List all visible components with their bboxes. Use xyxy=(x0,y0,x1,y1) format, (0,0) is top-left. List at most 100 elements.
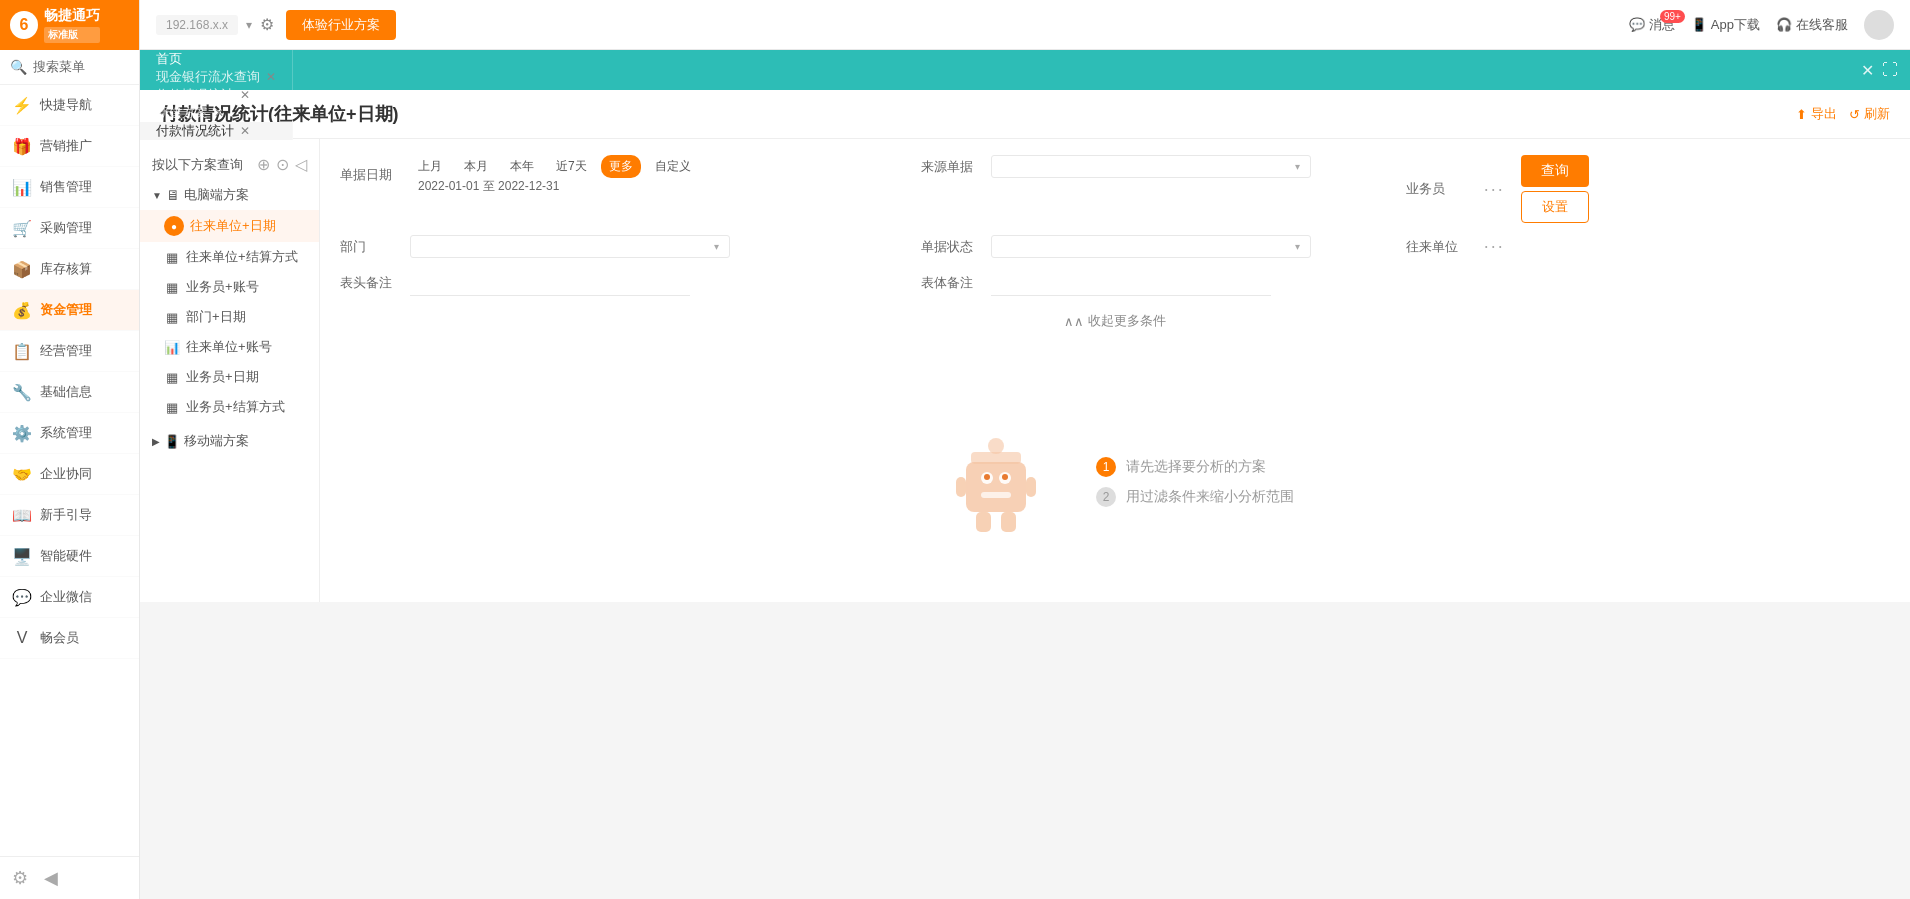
scheme-collapse-icon[interactable]: ◁ xyxy=(295,155,307,174)
empty-hint: 1 请先选择要分析的方案 2 用过滤条件来缩小分析范围 xyxy=(1096,457,1294,507)
sidebar-item-marketing[interactable]: 🎁营销推广 xyxy=(0,126,139,167)
main-content: 192.168.x.x ▾ ⚙ 体验行业方案 💬 消息 99+ 📱 App下载 … xyxy=(140,0,1910,899)
gear-icon[interactable]: ⚙ xyxy=(260,15,274,34)
sidebar-item-hardware[interactable]: 🖥️智能硬件 xyxy=(0,536,139,577)
hint-text-2: 用过滤条件来缩小分析范围 xyxy=(1126,488,1294,506)
date-more[interactable]: 更多 xyxy=(601,155,641,178)
collapse-button[interactable]: ∧∧ 收起更多条件 xyxy=(340,304,1890,338)
sidebar-item-sales[interactable]: 📊销售管理 xyxy=(0,167,139,208)
search-icon: 🔍 xyxy=(10,59,27,75)
page-header-actions: ⬆ 导出 ↺ 刷新 xyxy=(1796,105,1890,123)
voucher-status-filter-cell: 单据状态 ▾ xyxy=(921,235,1405,258)
topbar-left: 192.168.x.x ▾ ⚙ 体验行业方案 xyxy=(156,10,1629,40)
date-last-month[interactable]: 上月 xyxy=(410,155,450,178)
expand-window-button[interactable]: ⛶ xyxy=(1882,61,1898,79)
tab-close-payment-stats[interactable]: ✕ xyxy=(240,124,250,138)
sidebar-item-inventory[interactable]: 📦库存核算 xyxy=(0,249,139,290)
scheme-sidebar-header: 按以下方案查询 ⊕ ⊙ ◁ xyxy=(140,149,319,180)
sidebar-item-system[interactable]: ⚙️系统管理 xyxy=(0,413,139,454)
filter-area: 单据日期 上月 本月 本年 近7天 更多 自定义 20 xyxy=(320,139,1910,354)
page-content: 付款情况统计(往来单位+日期) ⬆ 导出 ↺ 刷新 按以下方案查询 ⊕ xyxy=(140,90,1910,899)
tab-label-home: 首页 xyxy=(156,50,182,68)
unit-date-label: 往来单位+日期 xyxy=(190,217,276,235)
sidebar-item-base[interactable]: 🔧基础信息 xyxy=(0,372,139,413)
tab-close-receipt-stats[interactable]: ✕ xyxy=(240,88,250,102)
counterpart-dots[interactable]: ··· xyxy=(1484,236,1505,257)
online-service-button[interactable]: 🎧 在线客服 xyxy=(1776,16,1848,34)
svg-point-11 xyxy=(988,438,1004,454)
svg-rect-3 xyxy=(984,474,990,480)
close-all-tabs-button[interactable]: ✕ xyxy=(1861,61,1874,80)
dept-select[interactable]: ▾ xyxy=(410,235,730,258)
settings-footer-icon[interactable]: ⚙ xyxy=(12,867,28,889)
tab-bank-flow[interactable]: 现金银行流水查询✕ xyxy=(140,68,293,86)
voucher-date-label: 单据日期 xyxy=(340,166,410,184)
scheme-item-salesman-settle[interactable]: ▦业务员+结算方式 xyxy=(140,392,319,422)
marketing-label: 营销推广 xyxy=(40,137,92,155)
tab-close-bank-flow[interactable]: ✕ xyxy=(266,70,276,84)
sidebar-item-purchase[interactable]: 🛒采购管理 xyxy=(0,208,139,249)
scheme-add-icon[interactable]: ⊕ xyxy=(257,155,270,174)
search-menu[interactable]: 🔍 搜索菜单 xyxy=(0,50,139,85)
date-7days[interactable]: 近7天 xyxy=(548,155,595,178)
voucher-status-select[interactable]: ▾ xyxy=(991,235,1311,258)
base-label: 基础信息 xyxy=(40,383,92,401)
svg-rect-5 xyxy=(981,492,1011,498)
tab-label-new-plan: 新建方案 xyxy=(156,104,208,122)
mobile-scheme-group[interactable]: ▶ 📱 移动端方案 xyxy=(140,426,319,456)
sidebar-item-operation[interactable]: 📋经营管理 xyxy=(0,331,139,372)
desktop-group-header[interactable]: ▼ 🖥 电脑端方案 xyxy=(140,180,319,210)
date-this-year[interactable]: 本年 xyxy=(502,155,542,178)
svg-rect-7 xyxy=(1026,477,1036,497)
collapse-label: 收起更多条件 xyxy=(1088,312,1166,330)
sidebar-item-finance[interactable]: 💰资金管理 xyxy=(0,290,139,331)
sidebar-item-wechat[interactable]: 💬企业微信 xyxy=(0,577,139,618)
page-header: 付款情况统计(往来单位+日期) ⬆ 导出 ↺ 刷新 xyxy=(140,90,1910,139)
scheme-item-salesman-date[interactable]: ▦业务员+日期 xyxy=(140,362,319,392)
sidebar-item-guide[interactable]: 📖新手引导 xyxy=(0,495,139,536)
refresh-button[interactable]: ↺ 刷新 xyxy=(1849,105,1890,123)
tab-label-receipt-stats: 收款情况统计 xyxy=(156,86,234,104)
app-download-button[interactable]: 📱 App下载 xyxy=(1691,16,1760,34)
message-button[interactable]: 💬 消息 99+ xyxy=(1629,16,1675,34)
source-chevron-icon: ▾ xyxy=(1295,161,1300,172)
salesman-dots[interactable]: ··· xyxy=(1484,179,1505,200)
empty-robot-illustration xyxy=(936,422,1056,542)
body-note-label: 表体备注 xyxy=(921,274,991,292)
tab-receipt-stats[interactable]: 收款情况统计 ✕ xyxy=(140,86,293,104)
sidebar-item-enterprise[interactable]: 🤝企业协同 xyxy=(0,454,139,495)
collapse-sidebar-icon[interactable]: ◀ xyxy=(44,867,58,889)
scheme-settings-icon[interactable]: ⊙ xyxy=(276,155,289,174)
svg-rect-6 xyxy=(956,477,966,497)
tab-home[interactable]: 首页 xyxy=(140,50,293,68)
user-avatar[interactable] xyxy=(1864,10,1894,40)
service-icon: 🎧 xyxy=(1776,17,1792,32)
sidebar-footer: ⚙ ◀ xyxy=(0,856,139,899)
dropdown-icon[interactable]: ▾ xyxy=(246,18,252,32)
query-button[interactable]: 查询 xyxy=(1521,155,1589,187)
scheme-item-salesman-account[interactable]: ▦业务员+账号 xyxy=(140,272,319,302)
date-this-month[interactable]: 本月 xyxy=(456,155,496,178)
tabbar: 首页现金银行流水查询✕收款情况统计✕新建方案✕付款情况统计✕ ✕ ⛶ xyxy=(140,50,1910,90)
tab-close-new-plan[interactable]: ✕ xyxy=(214,106,224,120)
scheme-item-dept-date[interactable]: ▦部门+日期 xyxy=(140,302,319,332)
filter-row-1: 单据日期 上月 本月 本年 近7天 更多 自定义 20 xyxy=(340,155,1890,223)
settings-button[interactable]: 设置 xyxy=(1521,191,1589,223)
trial-button[interactable]: 体验行业方案 xyxy=(286,10,396,40)
sidebar-item-member[interactable]: V畅会员 xyxy=(0,618,139,659)
head-note-input[interactable] xyxy=(410,270,690,296)
svg-rect-4 xyxy=(1002,474,1008,480)
sidebar-item-quick-nav[interactable]: ⚡快捷导航 xyxy=(0,85,139,126)
tab-payment-stats[interactable]: 付款情况统计✕ xyxy=(140,122,293,140)
scheme-item-unit-account[interactable]: 📊往来单位+账号 xyxy=(140,332,319,362)
source-select[interactable]: ▾ xyxy=(991,155,1311,178)
body-note-input[interactable] xyxy=(991,270,1271,296)
app-icon: 📱 xyxy=(1691,17,1707,32)
export-button[interactable]: ⬆ 导出 xyxy=(1796,105,1837,123)
date-custom[interactable]: 自定义 xyxy=(647,155,699,178)
scheme-item-unit-date[interactable]: ●往来单位+日期 xyxy=(140,210,319,242)
tab-new-plan[interactable]: 新建方案 ✕ xyxy=(140,104,293,122)
salesman-account-icon: ▦ xyxy=(164,279,180,295)
desktop-icon: 🖥 xyxy=(166,187,180,203)
scheme-item-unit-settle[interactable]: ▦往来单位+结算方式 xyxy=(140,242,319,272)
